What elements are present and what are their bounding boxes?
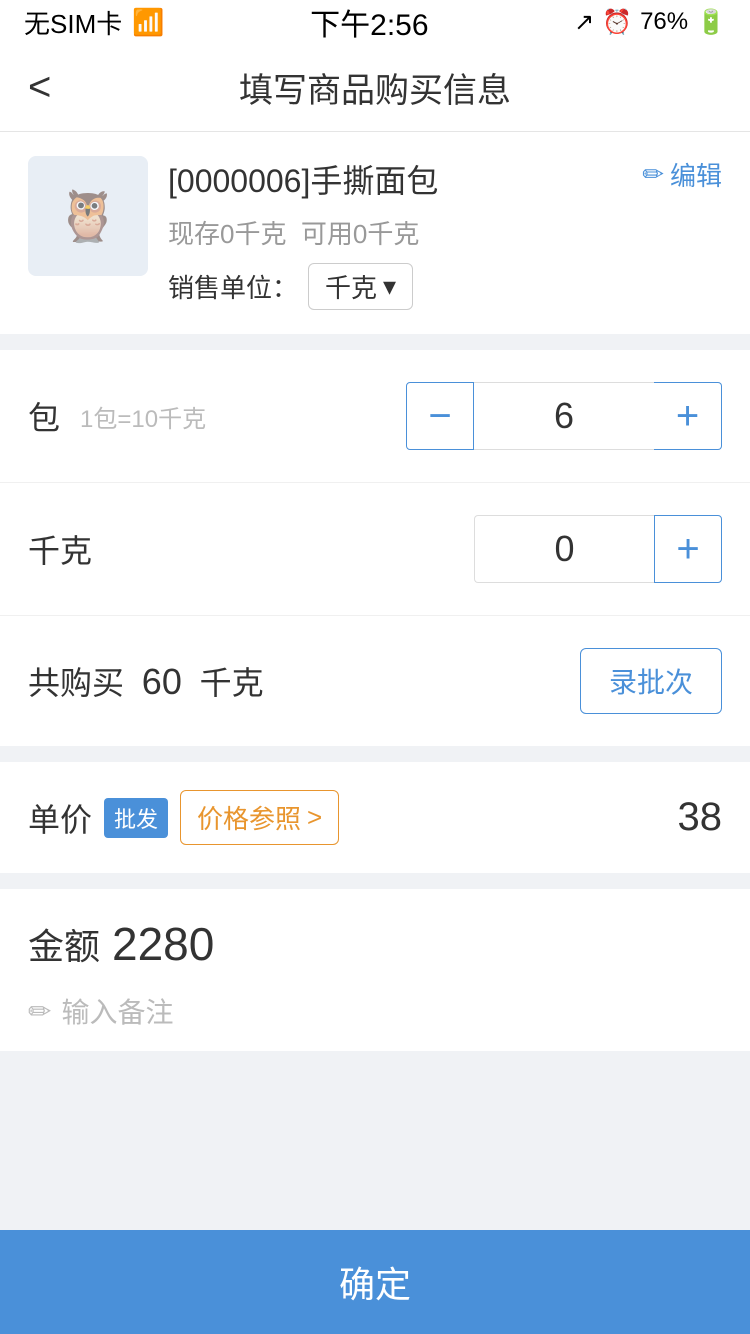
alarm-icon: ⏰ — [602, 8, 632, 37]
page-title: 填写商品购买信息 — [239, 63, 511, 112]
price-row: 单价 批发 价格参照 > 38 — [28, 790, 722, 845]
product-stock: 现存0千克 可用0千克 — [168, 214, 722, 251]
kg-plus-button[interactable]: + — [654, 515, 722, 583]
nav-bar: < 填写商品购买信息 — [0, 44, 750, 132]
note-row[interactable]: ✏ 输入备注 — [28, 991, 722, 1031]
product-thumbnail: 🦉 — [28, 156, 148, 276]
status-bar: 无SIM卡 📶 下午2:56 ↗ ⏰ 76% 🔋 — [0, 0, 750, 44]
product-thumb-icon: 🦉 — [57, 187, 119, 246]
note-placeholder: 输入备注 — [61, 991, 173, 1031]
package-section: 包 1包=10千克 − + 千克 + 共购买 60 千克 录批次 — [0, 350, 750, 746]
price-label-group: 单价 批发 价格参照 > — [28, 790, 339, 845]
kg-input-group: + — [474, 515, 722, 583]
kg-input[interactable] — [474, 515, 654, 583]
price-value: 38 — [678, 795, 723, 840]
product-name: [0000006]手撕面包 — [168, 156, 438, 202]
status-time: 下午2:56 — [310, 0, 428, 44]
package-minus-button[interactable]: − — [406, 382, 474, 450]
price-section: 单价 批发 价格参照 > 38 — [0, 762, 750, 873]
edit-button[interactable]: ✏ 编辑 — [642, 156, 722, 193]
battery-icon: 🔋 — [696, 8, 726, 37]
status-right: ↗ ⏰ 76% 🔋 — [574, 8, 726, 37]
chevron-right-icon: > — [307, 802, 322, 833]
pencil-icon: ✏ — [28, 995, 51, 1028]
package-plus-button[interactable]: + — [654, 382, 722, 450]
kg-label: 千克 — [28, 526, 92, 572]
battery-level: 76% — [640, 8, 688, 36]
package-label: 包 1包=10千克 — [28, 393, 206, 439]
status-carrier: 无SIM卡 📶 — [24, 4, 165, 41]
kg-row: 千克 + — [0, 483, 750, 616]
product-info: [0000006]手撕面包 ✏ 编辑 现存0千克 可用0千克 销售单位： 千克 … — [168, 156, 722, 310]
amount-row: 金额 2280 — [28, 917, 722, 971]
package-row: 包 1包=10千克 − + — [0, 350, 750, 483]
price-ref-button[interactable]: 价格参照 > — [180, 790, 339, 845]
wifi-icon: 📶 — [132, 7, 164, 38]
batch-tag: 批发 — [104, 798, 168, 838]
package-stepper: − + — [406, 382, 722, 450]
package-input[interactable] — [474, 382, 654, 450]
unit-select[interactable]: 千克 ▾ — [308, 263, 413, 310]
product-unit-row: 销售单位： 千克 ▾ — [168, 263, 722, 310]
amount-section: 金额 2280 ✏ 输入备注 — [0, 889, 750, 1051]
total-row: 共购买 60 千克 录批次 — [0, 616, 750, 746]
location-icon: ↗ — [574, 8, 594, 37]
batch-button[interactable]: 录批次 — [580, 648, 722, 714]
back-button[interactable]: < — [28, 65, 51, 110]
product-card: 🦉 [0000006]手撕面包 ✏ 编辑 现存0千克 可用0千克 销售单位： 千… — [0, 132, 750, 334]
confirm-button[interactable]: 确定 — [0, 1230, 750, 1334]
chevron-down-icon: ▾ — [383, 271, 396, 302]
total-label: 共购买 60 千克 — [28, 658, 264, 704]
